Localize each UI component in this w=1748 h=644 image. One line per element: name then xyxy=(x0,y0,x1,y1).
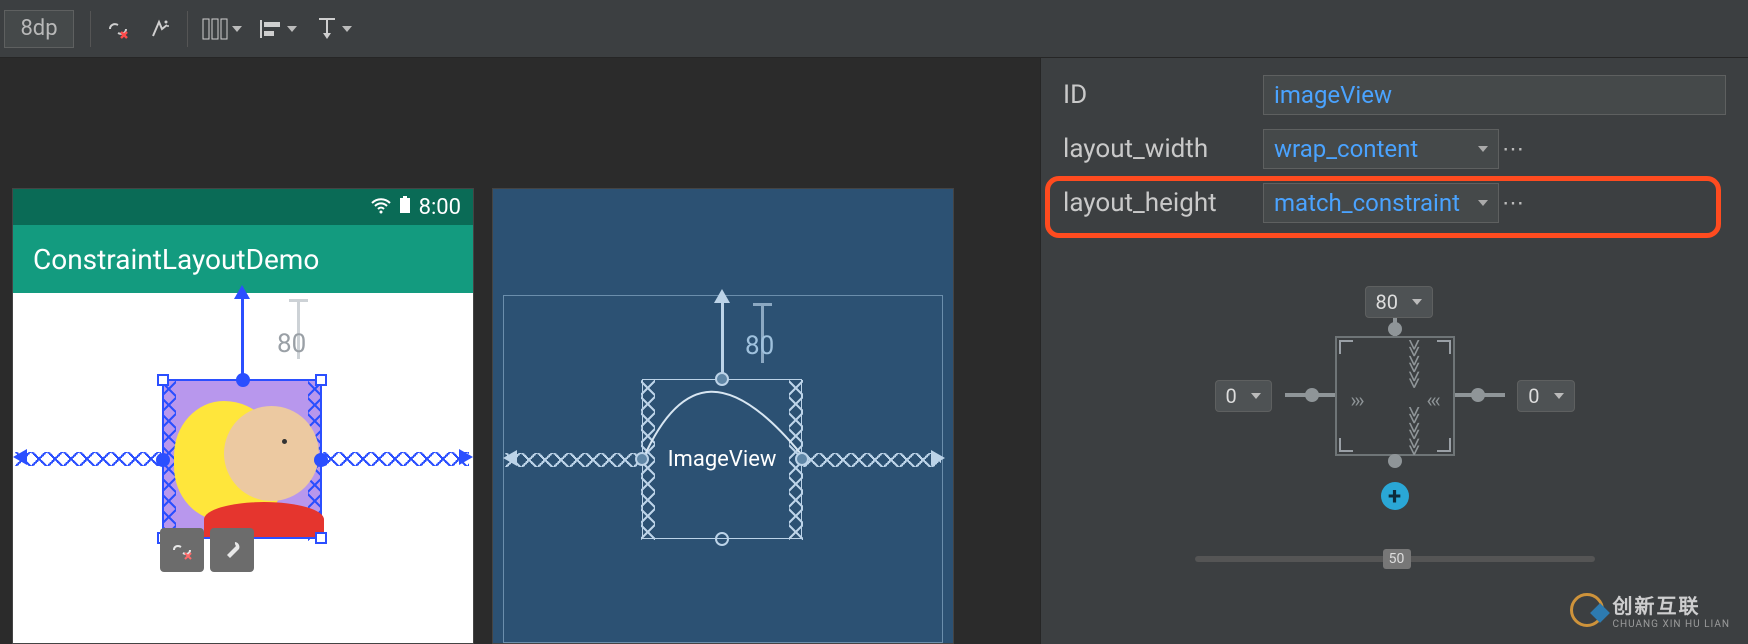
arrow-right-icon xyxy=(931,450,945,466)
height-spring-icon: ≫≫≫ xyxy=(1403,339,1424,387)
left-margin-value: 0 xyxy=(1226,384,1237,408)
wrench-tool[interactable] xyxy=(210,528,254,572)
blueprint-preview[interactable]: 80 ImageView xyxy=(492,188,954,644)
attr-height-label: layout_height xyxy=(1063,188,1263,218)
right-margin-pill[interactable]: 0 xyxy=(1517,380,1574,412)
wifi-icon xyxy=(371,195,391,220)
attr-width-value: wrap_content xyxy=(1274,135,1418,163)
avatar-face xyxy=(224,406,319,501)
attr-id-row: ID xyxy=(1063,68,1726,122)
width-wrap-icon: ‹‹‹ xyxy=(1426,388,1438,412)
top-margin-value: 80 xyxy=(1376,290,1398,314)
constraint-anchor-left[interactable] xyxy=(156,453,170,467)
inspector-widget-box: ≫≫≫ ≫≫≫ ››› ‹‹‹ xyxy=(1335,336,1455,456)
attr-width-label: layout_width xyxy=(1063,134,1263,164)
width-wrap-icon: ››› xyxy=(1351,388,1363,412)
corner-icon xyxy=(1339,340,1353,354)
left-constraint-spring xyxy=(15,452,161,466)
resize-handle[interactable] xyxy=(157,374,169,386)
corner-icon xyxy=(1339,438,1353,452)
attr-width-row: layout_width wrap_content ⋯ xyxy=(1063,122,1726,176)
attr-height-value: match_constraint xyxy=(1274,189,1460,217)
watermark: 创新互联 CHUANG XIN HU LIAN xyxy=(1570,590,1730,630)
constraint-anchor-left[interactable] xyxy=(635,452,649,466)
inspector-line xyxy=(1285,393,1335,397)
chevron-down-icon xyxy=(1412,299,1422,305)
add-constraint-button[interactable]: + xyxy=(1381,482,1409,510)
attr-id-label: ID xyxy=(1063,80,1263,110)
align-button[interactable] xyxy=(250,8,306,50)
more-icon[interactable]: ⋯ xyxy=(1499,191,1527,216)
attr-id-input[interactable] xyxy=(1263,75,1726,115)
app-bar: ConstraintLayoutDemo xyxy=(13,225,473,293)
imageview-widget[interactable] xyxy=(162,379,322,539)
constraint-anchor-top[interactable] xyxy=(236,373,250,387)
inspector-line xyxy=(1393,318,1397,336)
separator xyxy=(90,11,91,47)
chevron-down-icon xyxy=(1478,200,1488,206)
right-margin-value: 0 xyxy=(1528,384,1539,408)
infer-constraints-button[interactable] xyxy=(139,8,181,50)
left-constraint-spring xyxy=(505,453,643,467)
top-margin-label: 80 xyxy=(745,331,774,361)
chevron-down-icon xyxy=(342,26,352,32)
resize-handle[interactable] xyxy=(315,532,327,544)
chevron-down-icon xyxy=(1554,393,1564,399)
watermark-icon xyxy=(1570,593,1604,627)
more-icon[interactable]: ⋯ xyxy=(1499,137,1527,162)
constraint-anchor-bottom[interactable] xyxy=(715,532,729,546)
bias-slider-thumb[interactable]: 50 xyxy=(1383,549,1411,569)
top-constraint-arrow xyxy=(721,301,724,379)
corner-icon xyxy=(1437,438,1451,452)
inspector-anchor-bottom[interactable] xyxy=(1388,454,1402,468)
default-margin-input[interactable] xyxy=(4,10,74,48)
left-margin-pill[interactable]: 0 xyxy=(1215,380,1272,412)
arrow-left-icon xyxy=(503,450,517,466)
top-margin-label: 80 xyxy=(277,329,306,359)
chevron-down-icon xyxy=(232,26,242,32)
constraint-anchor-right[interactable] xyxy=(795,452,809,466)
right-constraint-spring xyxy=(803,453,941,467)
avatar-eye xyxy=(282,439,287,444)
arrow-left-icon xyxy=(13,449,27,465)
chevron-down-icon xyxy=(1478,146,1488,152)
chevron-down-icon xyxy=(1251,393,1261,399)
widget-quick-tools xyxy=(160,528,254,572)
status-time: 8:00 xyxy=(419,195,461,220)
attr-height-select[interactable]: match_constraint xyxy=(1263,183,1499,223)
constraint-inspector[interactable]: 80 0 0 ≫≫≫ ≫≫≫ ››› ‹‹‹ xyxy=(1215,286,1575,566)
arrow-right-icon xyxy=(459,449,473,465)
corner-icon xyxy=(1437,340,1451,354)
chevron-down-icon xyxy=(287,26,297,32)
toolbar xyxy=(0,0,1748,58)
constraint-anchor-top[interactable] xyxy=(715,372,729,386)
right-constraint-spring xyxy=(323,452,469,466)
clear-constraints-button[interactable] xyxy=(97,8,139,50)
top-constraint-arrow xyxy=(241,297,244,379)
top-margin-pill[interactable]: 80 xyxy=(1365,286,1433,318)
pack-button[interactable] xyxy=(194,8,250,50)
watermark-text: 创新互联 xyxy=(1612,590,1730,619)
inspector-line xyxy=(1455,393,1505,397)
design-canvas[interactable]: 8:00 ConstraintLayoutDemo 80 xyxy=(0,58,1040,644)
height-spring-icon: ≫≫≫ xyxy=(1403,406,1424,454)
constraint-anchor-right[interactable] xyxy=(314,453,328,467)
battery-icon xyxy=(399,195,411,220)
attributes-panel: ID layout_width wrap_content ⋯ layout_he… xyxy=(1040,58,1748,644)
attr-width-select[interactable]: wrap_content xyxy=(1263,129,1499,169)
guidelines-button[interactable] xyxy=(306,8,362,50)
clear-constraint-tool[interactable] xyxy=(160,528,204,572)
attr-height-row: layout_height match_constraint ⋯ xyxy=(1063,176,1726,230)
watermark-subtext: CHUANG XIN HU LIAN xyxy=(1612,619,1730,630)
imageview-widget-blueprint[interactable]: ImageView xyxy=(642,379,802,539)
separator xyxy=(187,11,188,47)
design-preview[interactable]: 8:00 ConstraintLayoutDemo 80 xyxy=(12,188,474,644)
app-title: ConstraintLayoutDemo xyxy=(33,243,319,276)
status-bar: 8:00 xyxy=(13,189,473,225)
resize-handle[interactable] xyxy=(315,374,327,386)
